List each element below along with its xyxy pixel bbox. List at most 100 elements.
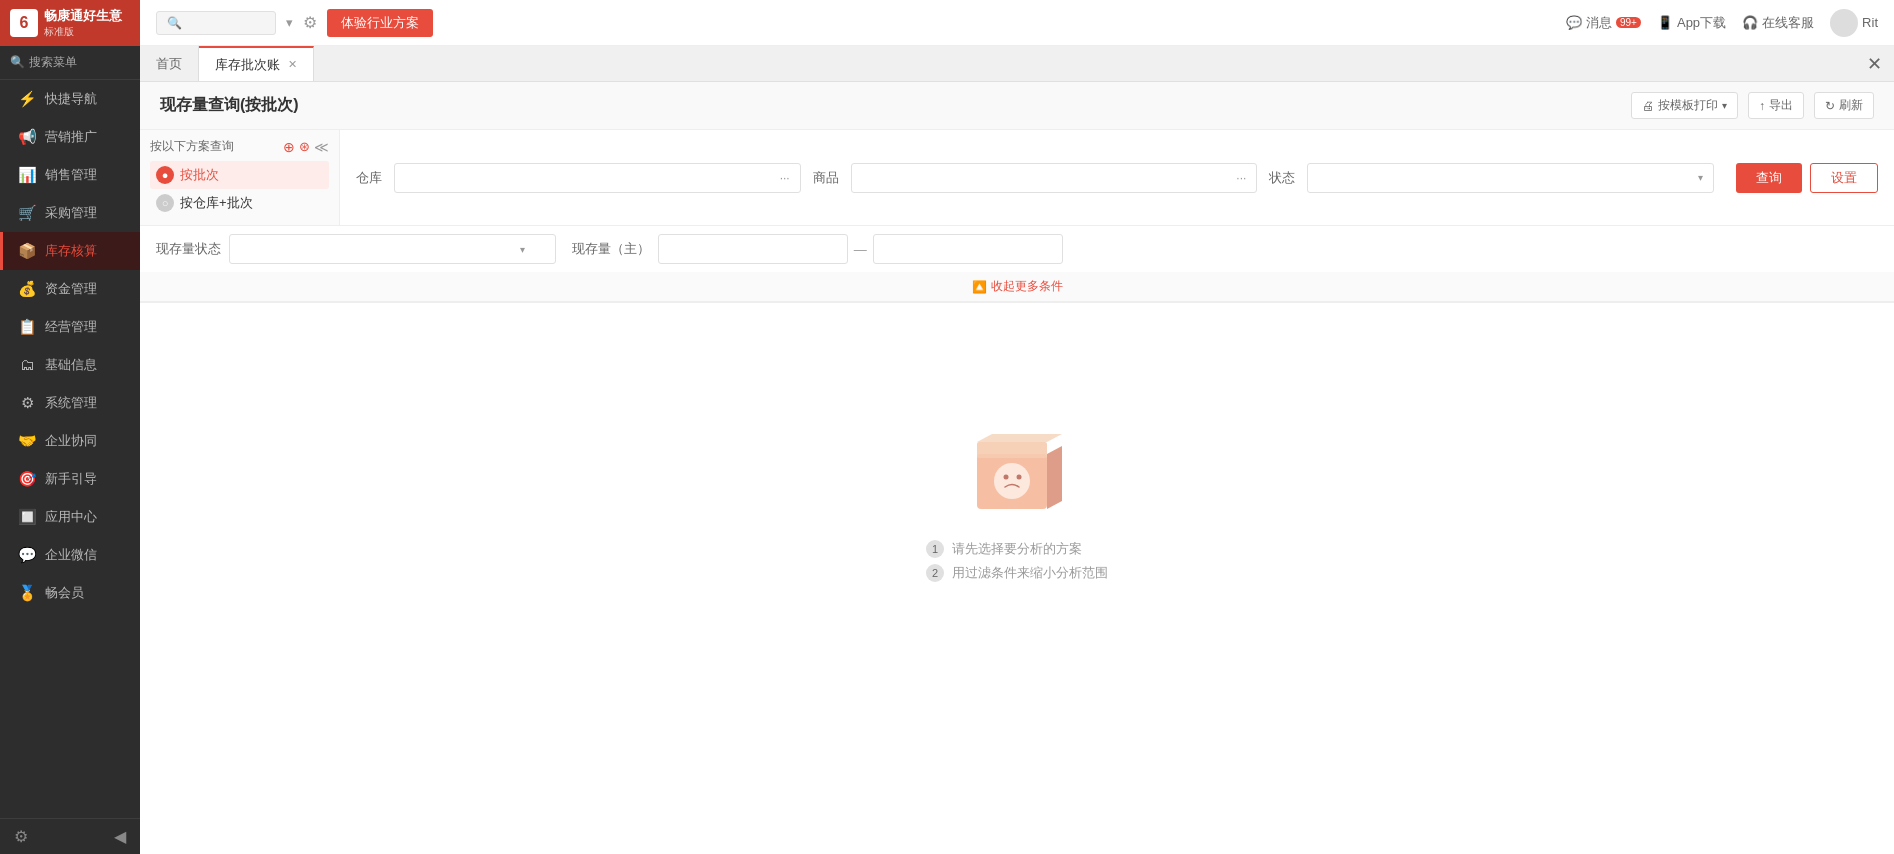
messages-button[interactable]: 💬 消息 99+ [1566, 14, 1641, 32]
sidebar-item-purchase[interactable]: 🛒 采购管理 [0, 194, 140, 232]
collapse-bar[interactable]: 🔼 收起更多条件 [140, 272, 1894, 302]
tab-close-icon[interactable]: ✕ [288, 58, 297, 71]
topbar-search-icon: 🔍 [167, 16, 182, 30]
phone-icon: 📱 [1657, 15, 1673, 30]
sidebar-item-appstore[interactable]: 🔲 应用中心 [0, 498, 140, 536]
empty-hints: 1 请先选择要分析的方案 2 用过滤条件来缩小分析范围 [926, 540, 1108, 582]
tab-bar: 首页 库存批次账 ✕ ✕ [140, 46, 1894, 82]
topbar-settings-icon[interactable]: ⚙ [303, 13, 317, 32]
collapse-scheme-button[interactable]: ≪ [314, 139, 329, 155]
print-icon: 🖨 [1642, 99, 1654, 113]
filter-group-stock-status: 现存量状态 ▾ [156, 234, 556, 264]
appstore-icon: 🔲 [17, 508, 37, 526]
user-profile-button[interactable]: Rit [1830, 9, 1878, 37]
enterprise-icon: 🤝 [17, 432, 37, 450]
warehouse-input[interactable]: ··· [394, 163, 801, 193]
scheme-item-warehouse-batch[interactable]: ○ 按仓库+批次 [150, 189, 329, 217]
filter-group-goods: 商品 ··· [813, 163, 1258, 193]
export-button[interactable]: ↑ 导出 [1748, 92, 1804, 119]
sidebar-item-wechat[interactable]: 💬 企业微信 [0, 536, 140, 574]
industry-solution-button[interactable]: 体验行业方案 [327, 9, 433, 37]
sidebar-item-operation[interactable]: 📋 经营管理 [0, 308, 140, 346]
filter-row-1: 按以下方案查询 ⊕ ⊛ ≪ ● 按批次 ○ 按仓库+批次 [140, 130, 1894, 226]
settings-button[interactable]: 设置 [1810, 163, 1878, 193]
topbar-dropdown-icon[interactable]: ▾ [286, 15, 293, 30]
scheme-settings-icon[interactable]: ⊛ [299, 139, 310, 155]
online-service-button[interactable]: 🎧 在线客服 [1742, 14, 1814, 32]
topbar-search-bar[interactable]: 🔍 [156, 11, 276, 35]
goods-more-icon[interactable]: ··· [1236, 171, 1246, 185]
svg-point-4 [994, 463, 1030, 499]
stock-qty-to-input[interactable] [873, 234, 1063, 264]
sidebar-item-label: 销售管理 [45, 166, 97, 184]
system-icon: ⚙ [17, 394, 37, 412]
sidebar-item-marketing[interactable]: 📢 营销推广 [0, 118, 140, 156]
tab-home[interactable]: 首页 [140, 46, 199, 81]
empty-hint-2: 2 用过滤条件来缩小分析范围 [926, 564, 1108, 582]
scheme-inactive-icon: ○ [156, 194, 174, 212]
print-button[interactable]: 🖨 按模板打印 ▾ [1631, 92, 1738, 119]
goods-input[interactable]: ··· [851, 163, 1258, 193]
svg-marker-2 [1047, 446, 1062, 509]
query-button[interactable]: 查询 [1736, 163, 1802, 193]
tab-home-label: 首页 [156, 55, 182, 73]
page-header: 现存量查询(按批次) 🖨 按模板打印 ▾ ↑ 导出 ↻ 刷新 [140, 82, 1894, 130]
scheme-item-batch[interactable]: ● 按批次 [150, 161, 329, 189]
messages-badge: 99+ [1616, 17, 1641, 28]
scheme-label-batch: 按批次 [180, 166, 219, 184]
sidebar-item-finance[interactable]: 💰 资金管理 [0, 270, 140, 308]
topbar: 🔍 ▾ ⚙ 体验行业方案 💬 消息 99+ 📱 App下载 🎧 在线客服 [140, 0, 1894, 46]
sidebar-item-label: 库存核算 [45, 242, 97, 260]
search-icon: 🔍 [10, 55, 25, 69]
filter-group-warehouse: 仓库 ··· [356, 163, 801, 193]
warehouse-more-icon[interactable]: ··· [780, 171, 790, 185]
status-select[interactable]: ▾ [1307, 163, 1714, 193]
page-title: 现存量查询(按批次) [160, 95, 299, 116]
sidebar-item-inventory[interactable]: 📦 库存核算 [0, 232, 140, 270]
sidebar-item-label: 畅会员 [45, 584, 84, 602]
brand-edition: 标准版 [44, 25, 122, 38]
stock-qty-range: — [658, 234, 1063, 264]
sidebar-search[interactable]: 🔍 搜索菜单 [0, 46, 140, 80]
app-download-button[interactable]: 📱 App下载 [1657, 14, 1726, 32]
sidebar-item-label: 系统管理 [45, 394, 97, 412]
wechat-icon: 💬 [17, 546, 37, 564]
stock-status-select[interactable]: ▾ [229, 234, 556, 264]
collapse-sidebar-icon[interactable]: ◀ [114, 827, 126, 846]
svg-rect-1 [977, 442, 1047, 458]
sidebar-item-label: 企业微信 [45, 546, 97, 564]
stock-qty-label: 现存量（主） [572, 240, 650, 258]
print-dropdown-icon[interactable]: ▾ [1722, 100, 1727, 111]
range-separator: — [854, 242, 867, 257]
status-label: 状态 [1269, 169, 1299, 187]
settings-icon[interactable]: ⚙ [14, 827, 28, 846]
sidebar-item-label: 企业协同 [45, 432, 97, 450]
stock-qty-from-input[interactable] [658, 234, 848, 264]
sidebar-item-system[interactable]: ⚙ 系统管理 [0, 384, 140, 422]
tab-inventory-batch[interactable]: 库存批次账 ✕ [199, 46, 314, 81]
refresh-button[interactable]: ↻ 刷新 [1814, 92, 1874, 119]
tab-panel-close-button[interactable]: ✕ [1855, 46, 1894, 81]
svg-point-6 [1017, 475, 1022, 480]
sidebar-item-vip[interactable]: 🏅 畅会员 [0, 574, 140, 612]
scheme-title-label: 按以下方案查询 [150, 138, 234, 155]
marketing-icon: 📢 [17, 128, 37, 146]
shortcut-icon: ⚡ [17, 90, 37, 108]
sidebar-item-label: 应用中心 [45, 508, 97, 526]
operation-icon: 📋 [17, 318, 37, 336]
sidebar-item-enterprise[interactable]: 🤝 企业协同 [0, 422, 140, 460]
add-scheme-button[interactable]: ⊕ [283, 139, 295, 155]
main-area: 🔍 ▾ ⚙ 体验行业方案 💬 消息 99+ 📱 App下载 🎧 在线客服 [140, 0, 1894, 854]
purchase-icon: 🛒 [17, 204, 37, 222]
sidebar-item-label: 基础信息 [45, 356, 97, 374]
sidebar-item-shortcut[interactable]: ⚡ 快捷导航 [0, 80, 140, 118]
sidebar-item-basic[interactable]: 🗂 基础信息 [0, 346, 140, 384]
topbar-right: 💬 消息 99+ 📱 App下载 🎧 在线客服 Rit [1566, 9, 1878, 37]
newbie-icon: 🎯 [17, 470, 37, 488]
sales-icon: 📊 [17, 166, 37, 184]
sidebar-item-sales[interactable]: 📊 销售管理 [0, 156, 140, 194]
filter-scheme-header: 按以下方案查询 ⊕ ⊛ ≪ [150, 138, 329, 155]
collapse-label: 收起更多条件 [991, 278, 1063, 295]
basic-icon: 🗂 [17, 356, 37, 373]
sidebar-item-newbie[interactable]: 🎯 新手引导 [0, 460, 140, 498]
